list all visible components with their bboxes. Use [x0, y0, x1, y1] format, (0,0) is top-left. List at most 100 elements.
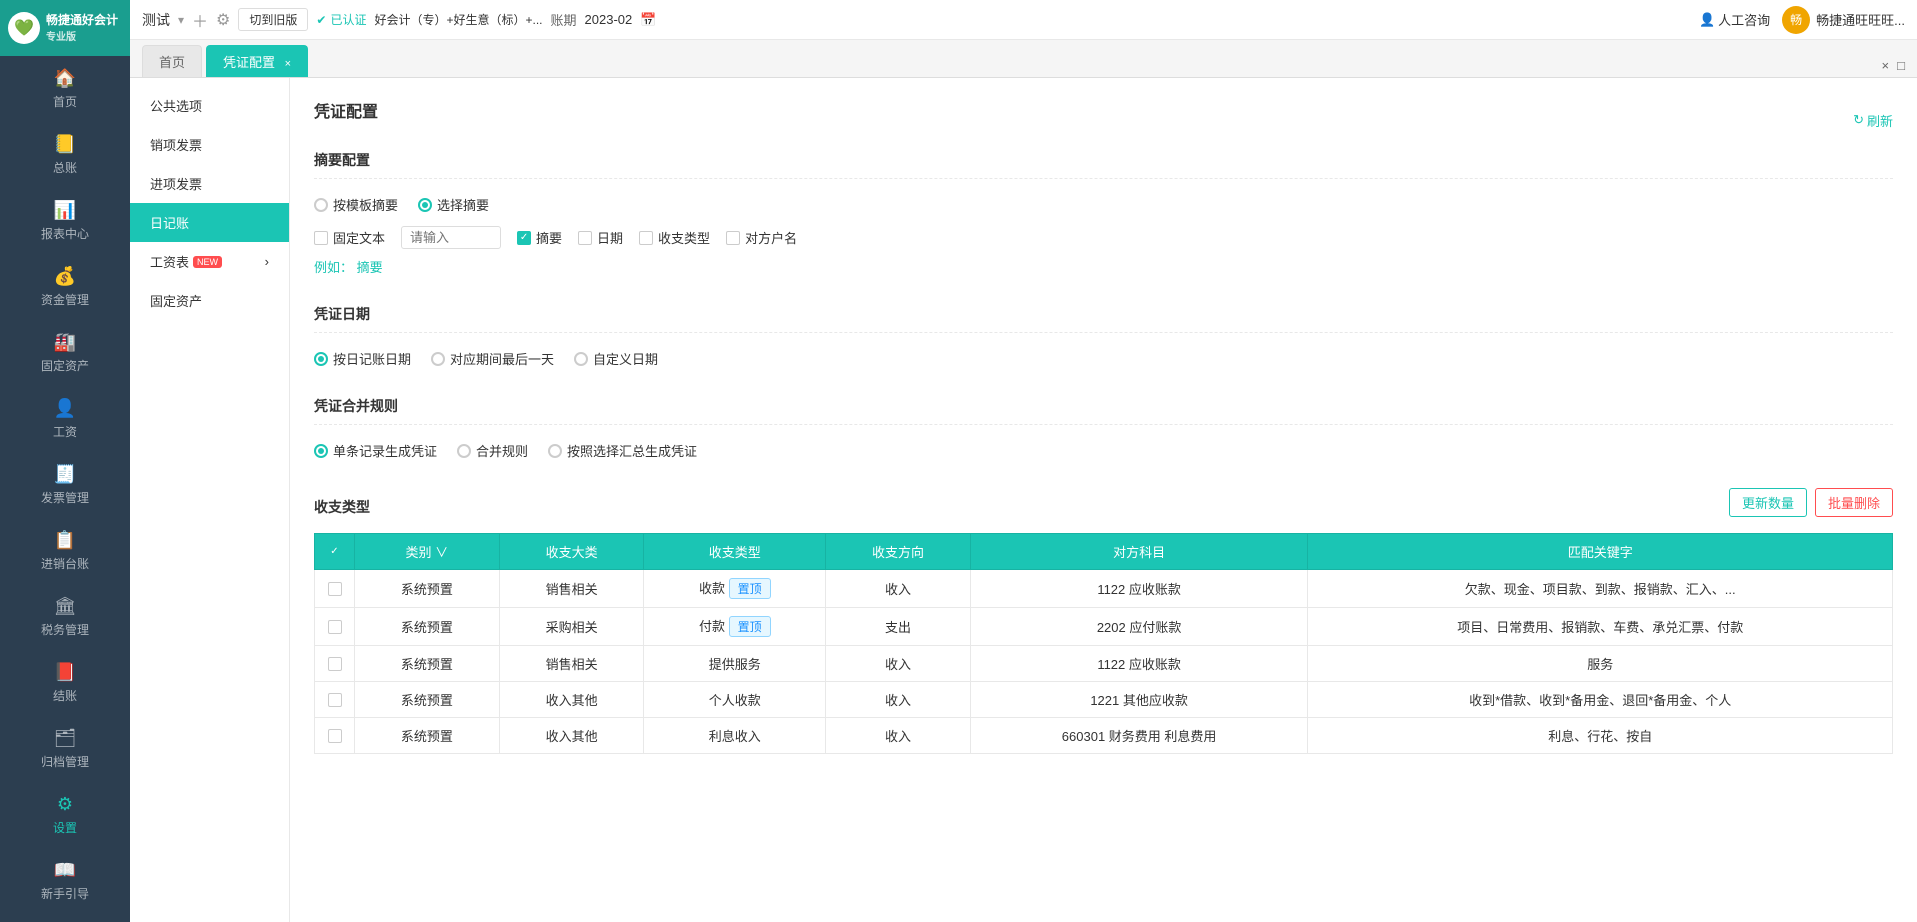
- topbar-dropdown-icon[interactable]: ▾: [178, 13, 184, 27]
- th-subject: 对方科目: [970, 534, 1308, 570]
- row-badge-2: 置顶: [729, 616, 771, 637]
- sidebar-item-畅会员[interactable]: 👑畅会员: [0, 914, 130, 922]
- row-major-3: 销售相关: [499, 646, 644, 682]
- nav-icon: 🏛: [54, 596, 77, 617]
- sidebar-item-设置[interactable]: ⚙设置: [0, 782, 130, 848]
- row-check-5[interactable]: [328, 729, 342, 743]
- sidebar-item-固定资产[interactable]: 🏭固定资产: [0, 320, 130, 386]
- checkbox-summary[interactable]: ✓ 摘要: [517, 228, 562, 247]
- sidebar-item-新手引导[interactable]: 📖新手引导: [0, 848, 130, 914]
- sidebar-item-税务管理[interactable]: 🏛税务管理: [0, 584, 130, 650]
- switch-old-version-button[interactable]: 切到旧版: [238, 8, 308, 31]
- nav-label: 进销台账: [41, 555, 89, 572]
- calendar-icon[interactable]: 📅: [640, 12, 656, 28]
- checkbox-type[interactable]: 收支类型: [639, 228, 710, 247]
- row-major-2: 采购相关: [499, 608, 644, 646]
- merge-option-single[interactable]: 单条记录生成凭证: [314, 441, 437, 460]
- income-expense-table: ✓ 类别 ∨ 收支大类 收支类型 收支方向 对方科目 匹配关键字: [314, 533, 1893, 754]
- topbar-status-tag: ✔ 已认证: [316, 11, 366, 28]
- merge-option-rules[interactable]: 合并规则: [457, 441, 528, 460]
- sidebar-item-首页[interactable]: 🏠首页: [0, 56, 130, 122]
- sidebar-item-归档管理[interactable]: 🗂归档管理: [0, 716, 130, 782]
- fixed-text-input[interactable]: [401, 226, 501, 249]
- nav-label: 新手引导: [41, 885, 89, 902]
- panel-item-public[interactable]: 公共选项: [130, 86, 289, 125]
- income-expense-header: 收支类型 更新数量 批量删除: [314, 488, 1893, 525]
- payroll-label: 工资表: [150, 252, 189, 271]
- checkbox-summary-box: ✓: [517, 231, 531, 245]
- sidebar-item-报表中心[interactable]: 📊报表中心: [0, 188, 130, 254]
- table-row: 系统预置 收入其他 利息收入 收入 660301 财务费用 利息费用 利息、行花…: [315, 718, 1893, 754]
- checkbox-type-box: [639, 231, 653, 245]
- new-badge: NEW: [193, 256, 222, 268]
- row-keyword-4: 收到*借款、收到*备用金、退回*备用金、个人: [1308, 682, 1893, 718]
- nav-label: 发票管理: [41, 489, 89, 506]
- panel-item-payroll[interactable]: 工资表 NEW ›: [130, 242, 289, 281]
- panel-item-journal[interactable]: 日记账: [130, 203, 289, 242]
- checkbox-date[interactable]: 日期: [578, 228, 623, 247]
- row-checkbox[interactable]: [315, 718, 355, 754]
- select-all-checkbox[interactable]: ✓: [328, 545, 342, 559]
- topbar-gear-icon[interactable]: ⚙: [216, 10, 230, 30]
- tab-close-icon[interactable]: ×: [285, 58, 291, 70]
- row-check-2[interactable]: [328, 620, 342, 634]
- update-count-button[interactable]: 更新数量: [1729, 488, 1807, 517]
- table-row: 系统预置 销售相关 提供服务 收入 1122 应收账款 服务: [315, 646, 1893, 682]
- checkbox-fixed-text-box: [314, 231, 328, 245]
- merge-rule-radio-group: 单条记录生成凭证 合并规则 按照选择汇总生成凭证: [314, 441, 1893, 460]
- row-check-4[interactable]: [328, 693, 342, 707]
- content-area: 公共选项 销项发票 进项发票 日记账 工资表 NEW › 固定资产 凭证配置: [130, 78, 1917, 922]
- sidebar-item-资金管理[interactable]: 💰资金管理: [0, 254, 130, 320]
- example-value: 摘要: [357, 260, 383, 275]
- date-option-journal[interactable]: 按日记账日期: [314, 349, 411, 368]
- sidebar-item-结账[interactable]: 📕结账: [0, 650, 130, 716]
- sidebar-item-工资[interactable]: 👤工资: [0, 386, 130, 452]
- panel-item-sales-invoice[interactable]: 销项发票: [130, 125, 289, 164]
- tab-bar: 首页 凭证配置 × × □: [130, 40, 1917, 78]
- refresh-button[interactable]: ↻ 刷新: [1853, 111, 1893, 130]
- example-prefix: 例如：: [314, 260, 353, 275]
- th-type: 收支类型: [644, 534, 826, 570]
- merge-rule-section: 凭证合并规则 单条记录生成凭证 合并规则 按照选择汇总生成凭证: [314, 396, 1893, 460]
- table-row: 系统预置 销售相关 收款 置顶 收入 1122 应收账款 欠款、现金、项目款、到…: [315, 570, 1893, 608]
- date-option-custom[interactable]: 自定义日期: [574, 349, 658, 368]
- topbar-add-icon[interactable]: ＋: [192, 8, 208, 32]
- th-checkbox: ✓: [315, 534, 355, 570]
- tab-voucher-config[interactable]: 凭证配置 ×: [206, 45, 308, 77]
- row-checkbox[interactable]: [315, 682, 355, 718]
- sidebar-item-总账[interactable]: 📒总账: [0, 122, 130, 188]
- row-checkbox[interactable]: [315, 608, 355, 646]
- content-header: 凭证配置 ↻ 刷新: [314, 98, 1893, 142]
- sidebar-item-进销台账[interactable]: 📋进销台账: [0, 518, 130, 584]
- help-link[interactable]: 👤 人工咨询: [1699, 10, 1770, 29]
- batch-delete-button[interactable]: 批量删除: [1815, 488, 1893, 517]
- panel-item-fixed-assets[interactable]: 固定资产: [130, 281, 289, 320]
- panel-item-purchase-invoice[interactable]: 进项发票: [130, 164, 289, 203]
- row-check-3[interactable]: [328, 657, 342, 671]
- window-close-icon[interactable]: ×: [1882, 58, 1890, 73]
- summary-option-select[interactable]: 选择摘要: [418, 195, 489, 214]
- window-max-icon[interactable]: □: [1897, 58, 1905, 73]
- row-check-1[interactable]: [328, 582, 342, 596]
- summary-option-template[interactable]: 按模板摘要: [314, 195, 398, 214]
- row-checkbox[interactable]: [315, 646, 355, 682]
- th-keyword: 匹配关键字: [1308, 534, 1893, 570]
- summary-section-title: 摘要配置: [314, 150, 1893, 179]
- user-area: 畅 畅捷通旺旺旺...: [1782, 6, 1905, 34]
- left-panel: 公共选项 销项发票 进项发票 日记账 工资表 NEW › 固定资产: [130, 78, 290, 922]
- row-direction-4: 收入: [826, 682, 971, 718]
- tab-home[interactable]: 首页: [142, 45, 202, 77]
- refresh-icon: ↻: [1853, 112, 1864, 128]
- table-actions: 更新数量 批量删除: [1729, 488, 1893, 517]
- nav-label: 归档管理: [41, 753, 89, 770]
- sidebar-item-发票管理[interactable]: 🧾发票管理: [0, 452, 130, 518]
- summary-checkbox-row: 固定文本 ✓ 摘要 日期 收支类型: [314, 226, 1893, 249]
- date-option-period-last[interactable]: 对应期间最后一天: [431, 349, 554, 368]
- row-checkbox[interactable]: [315, 570, 355, 608]
- merge-option-summary[interactable]: 按照选择汇总生成凭证: [548, 441, 697, 460]
- help-label: 人工咨询: [1718, 10, 1770, 29]
- date-option-custom-radio: [574, 352, 588, 366]
- merge-option-summary-radio: [548, 444, 562, 458]
- checkbox-fixed-text[interactable]: 固定文本: [314, 228, 385, 247]
- checkbox-counterpart[interactable]: 对方户名: [726, 228, 797, 247]
